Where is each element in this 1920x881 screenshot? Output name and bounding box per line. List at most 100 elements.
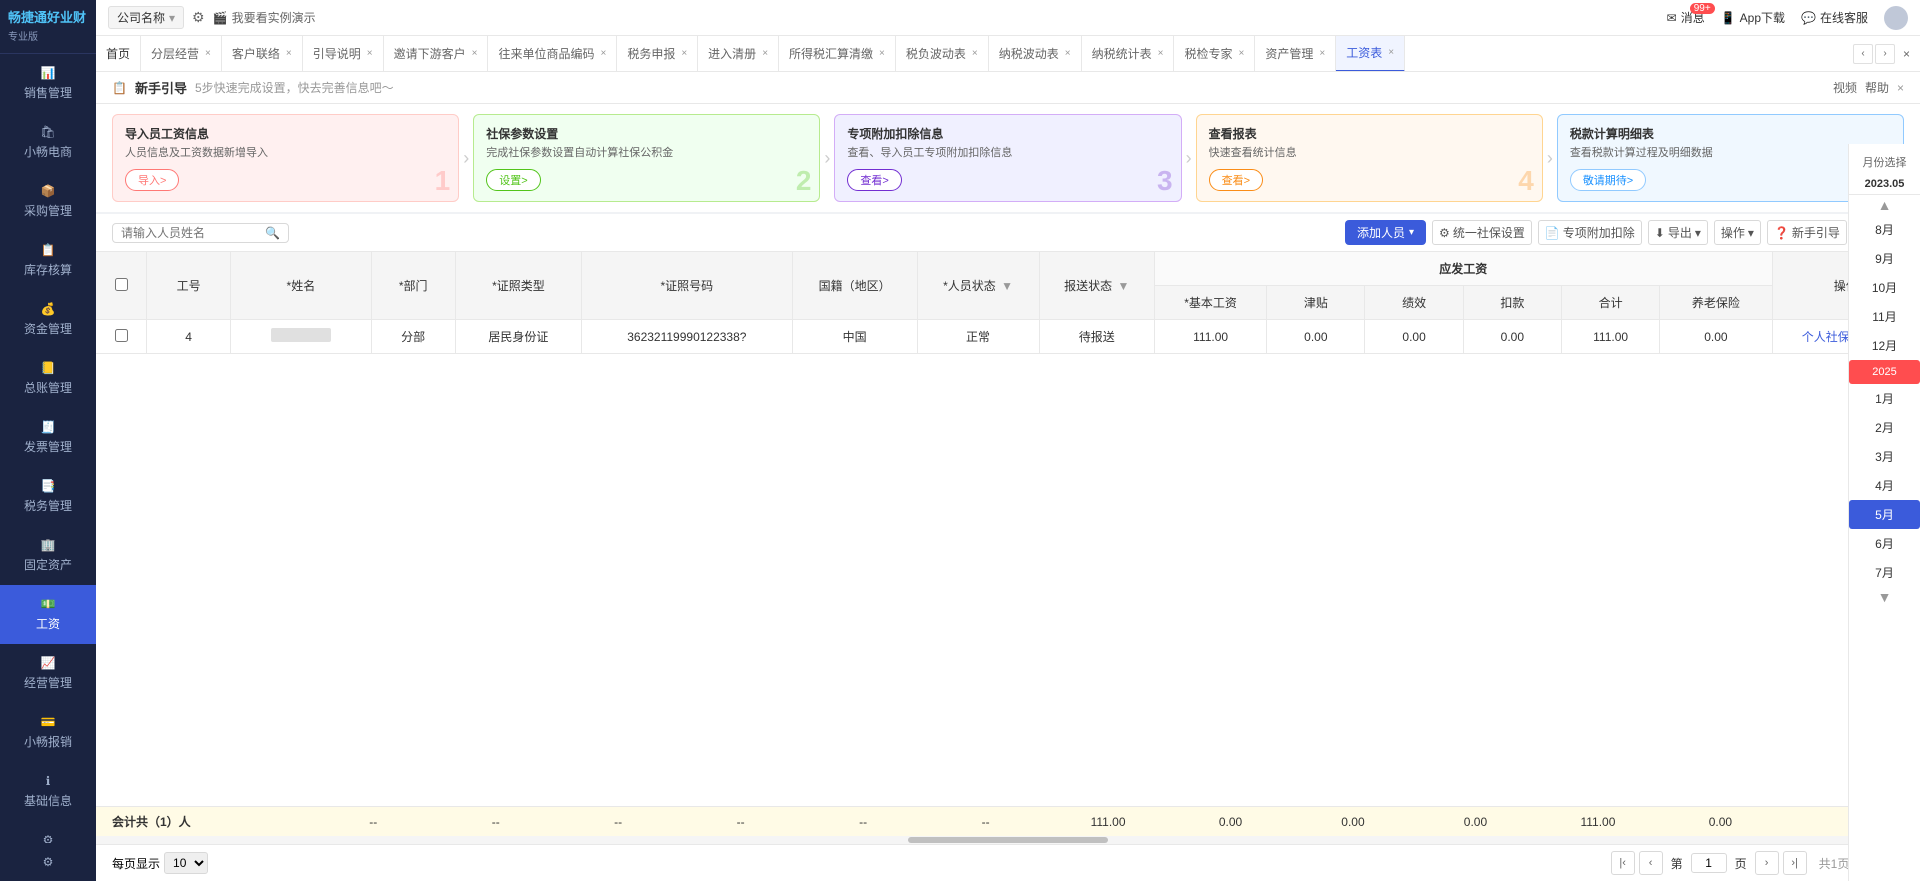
month-item-8[interactable]: 8月	[1849, 215, 1920, 244]
month-item-11[interactable]: 11月	[1849, 302, 1920, 331]
app-download-button[interactable]: 📱 App下载	[1721, 9, 1785, 26]
topbar-gear-icon[interactable]: ⚙	[192, 9, 205, 26]
tab-close-icon[interactable]: ×	[367, 48, 373, 59]
page-number-input[interactable]	[1691, 853, 1727, 873]
month-item-2[interactable]: 2月	[1849, 413, 1920, 442]
month-item-10[interactable]: 10月	[1849, 273, 1920, 302]
company-selector[interactable]: 公司名称 ▾	[108, 6, 184, 29]
guide-close-icon[interactable]: ×	[1897, 81, 1904, 95]
tab-close-icon[interactable]: ×	[472, 48, 478, 59]
personal-insurance-link[interactable]: 个人社保	[1802, 330, 1850, 344]
status-filter-icon[interactable]: ▼	[1001, 279, 1013, 293]
user-avatar[interactable]	[1884, 6, 1908, 30]
first-page-button[interactable]: |‹	[1611, 851, 1635, 875]
tab-payroll[interactable]: 工资表×	[1336, 36, 1405, 72]
tab-close-icon[interactable]: ×	[1158, 48, 1164, 59]
month-item-6[interactable]: 6月	[1849, 529, 1920, 558]
tab-close-icon[interactable]: ×	[1319, 48, 1325, 59]
special-deduction-button[interactable]: 📄 专项附加扣除	[1538, 220, 1642, 245]
sidebar-item-inventory[interactable]: 📋库存核算	[0, 231, 96, 290]
tab-tax-stats[interactable]: 纳税统计表×	[1082, 36, 1175, 72]
sidebar-item-system[interactable]: ⚙系统管理	[0, 821, 96, 843]
month-item-4[interactable]: 4月	[1849, 471, 1920, 500]
month-item-3[interactable]: 3月	[1849, 442, 1920, 471]
scrollbar-thumb[interactable]	[908, 837, 1108, 843]
tab-close-icon[interactable]: ×	[681, 48, 687, 59]
tab-close-icon[interactable]: ×	[1065, 48, 1071, 59]
tab-clearance[interactable]: 进入清册×	[698, 36, 779, 72]
tab-nav-left[interactable]: ‹	[1853, 44, 1873, 64]
step-3-button[interactable]: 查看>	[847, 169, 901, 191]
tab-close-icon[interactable]: ×	[972, 48, 978, 59]
search-input[interactable]	[121, 226, 261, 240]
tab-customer[interactable]: 客户联络×	[222, 36, 303, 72]
tab-tax-declare[interactable]: 税务申报×	[617, 36, 698, 72]
export-button[interactable]: ⬇ 导出 ▾	[1648, 220, 1708, 245]
tab-tax-burden[interactable]: 税负波动表×	[896, 36, 989, 72]
sidebar-item-invoice[interactable]: 🧾发票管理	[0, 408, 96, 467]
sidebar-item-assets[interactable]: 🏢固定资产	[0, 526, 96, 585]
add-employee-button[interactable]: 添加人员 ▾	[1345, 220, 1426, 245]
month-item-7[interactable]: 7月	[1849, 558, 1920, 587]
guide-bar: 📋 新手引导 5步快速完成设置，快去完善信息吧～ 视频 帮助 ×	[96, 72, 1920, 104]
row-checkbox[interactable]	[115, 329, 128, 342]
tab-close-icon[interactable]: ×	[879, 48, 885, 59]
last-page-button[interactable]: ›|	[1783, 851, 1807, 875]
sidebar-item-purchase[interactable]: 📦采购管理	[0, 172, 96, 231]
tab-close-icon[interactable]: ×	[762, 48, 768, 59]
month-item-1[interactable]: 1月	[1849, 384, 1920, 413]
sidebar-item-ledger[interactable]: 📒总账管理	[0, 349, 96, 408]
close-all-tabs[interactable]: ×	[1897, 47, 1916, 61]
sidebar-item-payroll[interactable]: 💵工资	[0, 585, 96, 644]
help-link[interactable]: 帮助	[1865, 79, 1889, 96]
tab-invite[interactable]: 邀请下游客户×	[384, 36, 489, 72]
sidebar-item-ecommerce[interactable]: 🛍小畅电商	[0, 113, 96, 172]
tab-tax-expert[interactable]: 税检专家×	[1174, 36, 1255, 72]
social-insurance-settings-button[interactable]: ⚙ 统一社保设置	[1432, 220, 1532, 245]
tab-close-icon[interactable]: ×	[286, 48, 292, 59]
tab-close-icon[interactable]: ×	[600, 48, 606, 59]
message-button[interactable]: ✉ 消息 99+	[1667, 9, 1705, 26]
month-item-year-2025[interactable]: 2025	[1849, 360, 1920, 384]
tab-tax-fluctuation[interactable]: 纳税波动表×	[989, 36, 1082, 72]
tab-close-icon[interactable]: ×	[1238, 48, 1244, 59]
horizontal-scrollbar[interactable]	[96, 836, 1920, 844]
sidebar-item-reimbursement[interactable]: 💳小畅报销	[0, 703, 96, 762]
tab-layered-management[interactable]: 分层经营×	[141, 36, 222, 72]
tab-close-icon[interactable]: ×	[205, 48, 211, 59]
message-icon: ✉	[1667, 11, 1677, 25]
page-size-select[interactable]: 10 20 50	[164, 852, 208, 874]
operations-button[interactable]: 操作 ▾	[1714, 220, 1761, 245]
sidebar-item-tax[interactable]: 📑税务管理	[0, 467, 96, 526]
step-4-button[interactable]: 查看>	[1209, 169, 1263, 191]
step-1-button[interactable]: 导入>	[125, 169, 179, 191]
demo-link[interactable]: 🎬 我要看实例演示	[213, 9, 316, 26]
step-2-button[interactable]: 设置>	[486, 169, 540, 191]
month-scroll-up-button[interactable]: ▲	[1878, 195, 1892, 215]
tab-product-code[interactable]: 往来单位商品编码×	[488, 36, 617, 72]
sidebar-item-sales[interactable]: 📊销售管理	[0, 54, 96, 113]
report-filter-icon[interactable]: ▼	[1117, 279, 1129, 293]
settings-gear[interactable]: ⚙	[0, 843, 96, 881]
tab-income-tax[interactable]: 所得税汇算清缴×	[779, 36, 896, 72]
newbie-guide-button[interactable]: ❓ 新手引导	[1767, 220, 1847, 245]
search-icon[interactable]: 🔍	[265, 226, 280, 240]
prev-page-button[interactable]: ‹	[1639, 851, 1663, 875]
tab-nav-right[interactable]: ›	[1875, 44, 1895, 64]
video-link[interactable]: 视频	[1833, 79, 1857, 96]
month-item-5-active[interactable]: 5月	[1849, 500, 1920, 529]
tab-home[interactable]: 首页	[96, 36, 141, 72]
sidebar-item-basic-info[interactable]: ℹ基础信息	[0, 762, 96, 821]
month-scroll-down-button[interactable]: ▼	[1878, 587, 1892, 607]
next-page-button[interactable]: ›	[1755, 851, 1779, 875]
tab-asset-mgmt[interactable]: 资产管理×	[1255, 36, 1336, 72]
online-service-button[interactable]: 💬 在线客服	[1801, 9, 1868, 26]
tab-guide[interactable]: 引导说明×	[303, 36, 384, 72]
select-all-checkbox[interactable]	[115, 278, 128, 291]
step-5-button[interactable]: 敬请期待>	[1570, 169, 1646, 191]
month-item-9[interactable]: 9月	[1849, 244, 1920, 273]
sidebar-item-operations[interactable]: 📈经营管理	[0, 644, 96, 703]
tab-close-icon[interactable]: ×	[1388, 47, 1394, 58]
sidebar-item-finance[interactable]: 💰资金管理	[0, 290, 96, 349]
month-item-12[interactable]: 12月	[1849, 331, 1920, 360]
